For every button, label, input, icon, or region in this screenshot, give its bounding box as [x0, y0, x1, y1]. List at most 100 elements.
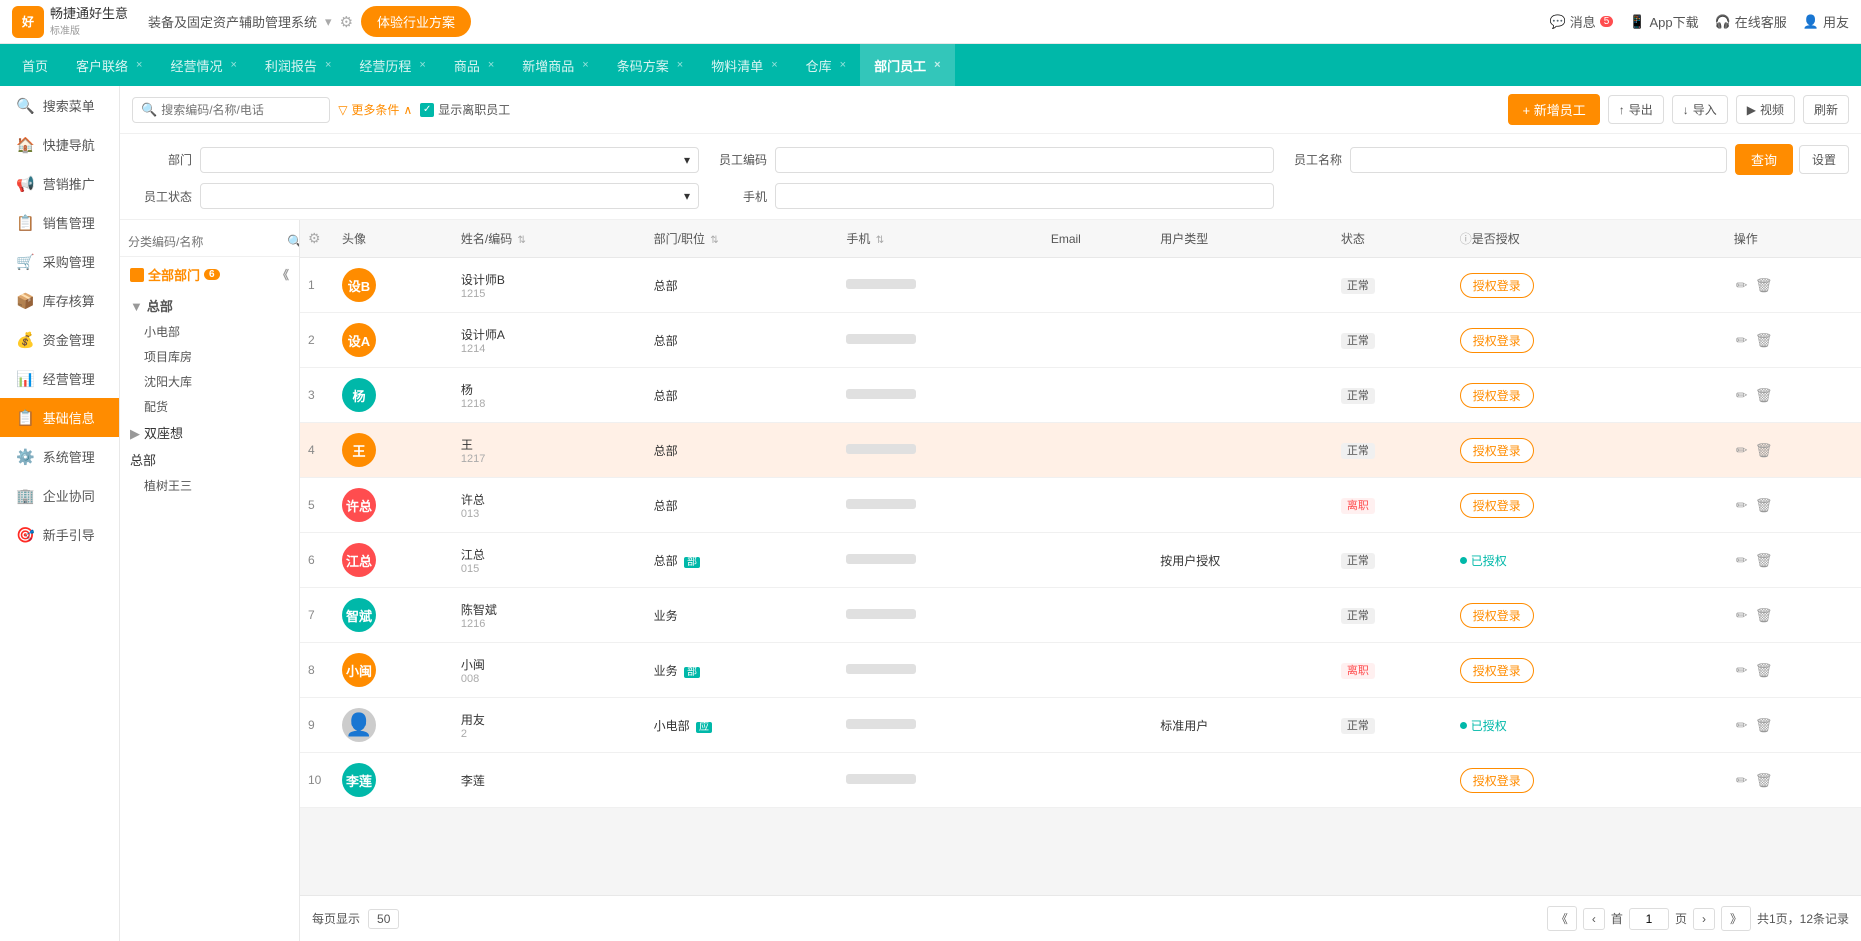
authorize-btn[interactable]: 授权登录 — [1460, 658, 1534, 683]
gear-icon[interactable]: ⚙ — [308, 230, 321, 246]
sidebar-item-marketing[interactable]: 📢营销推广 — [0, 164, 119, 203]
sort-phone-icon[interactable]: ⇅ — [876, 235, 884, 246]
sidebar-item-operations[interactable]: 📊经营管理 — [0, 359, 119, 398]
add-employee-button[interactable]: + 新增员工 — [1508, 94, 1599, 125]
authorize-btn[interactable]: 授权登录 — [1460, 603, 1534, 628]
dept-group-shuang[interactable]: ▶双座想 — [120, 419, 299, 446]
next-page-btn[interactable]: › — [1693, 908, 1715, 930]
page-input[interactable] — [1629, 908, 1669, 930]
edit-btn[interactable]: ✏ — [1736, 607, 1748, 623]
emp-status-select[interactable]: ▾ — [200, 183, 699, 209]
dept-child-xiaodian[interactable]: 小电部 — [120, 319, 299, 344]
settings-icon[interactable]: ⚙ — [340, 13, 353, 31]
nav-tab-条码方案[interactable]: 条码方案 × — [603, 44, 697, 86]
edit-btn[interactable]: ✏ — [1736, 387, 1748, 403]
close-tab-icon[interactable]: × — [136, 59, 142, 71]
nav-tab-新增商品[interactable]: 新增商品 × — [508, 44, 602, 86]
nav-tab-商品[interactable]: 商品 × — [440, 44, 508, 86]
edit-btn[interactable]: ✏ — [1736, 717, 1748, 733]
first-page-btn[interactable]: 《 — [1547, 906, 1577, 931]
trial-button[interactable]: 体验行业方案 — [361, 6, 471, 37]
close-tab-icon[interactable]: × — [419, 59, 425, 71]
last-page-btn[interactable]: 》 — [1721, 906, 1751, 931]
nav-tab-经营情况[interactable]: 经营情况 × — [156, 44, 250, 86]
sidebar-item-basic[interactable]: 📋基础信息 — [0, 398, 119, 437]
search-input[interactable] — [161, 103, 321, 117]
nav-tab-经营历程[interactable]: 经营历程 × — [345, 44, 439, 86]
nav-tab-仓库[interactable]: 仓库 × — [792, 44, 860, 86]
emp-code-input[interactable] — [775, 147, 1274, 173]
nav-tab-部门员工[interactable]: 部门员工 × — [860, 44, 954, 86]
close-tab-icon[interactable]: × — [677, 59, 683, 71]
col-phone[interactable]: 手机 ⇅ — [838, 220, 1042, 258]
sidebar-item-finance[interactable]: 💰资金管理 — [0, 320, 119, 359]
close-tab-icon[interactable]: × — [488, 59, 494, 71]
dept-child-xiangmu[interactable]: 项目库房 — [120, 344, 299, 369]
print-button[interactable]: 刷新 — [1803, 95, 1849, 124]
nav-tab-利润报告[interactable]: 利润报告 × — [251, 44, 345, 86]
sidebar-item-enterprise[interactable]: 🏢企业协同 — [0, 476, 119, 515]
edit-btn[interactable]: ✏ — [1736, 662, 1748, 678]
authorize-btn[interactable]: 授权登录 — [1460, 383, 1534, 408]
sidebar-item-sales[interactable]: 📋销售管理 — [0, 203, 119, 242]
delete-btn[interactable]: 🗑 — [1755, 552, 1773, 568]
dept-all-header[interactable]: 全部部门 6 《 — [120, 257, 299, 292]
col-name[interactable]: 姓名/编码 ⇅ — [453, 220, 646, 258]
message-btn[interactable]: 💬 消息 5 — [1550, 12, 1614, 31]
col-dept[interactable]: 部门/职位 ⇅ — [646, 220, 839, 258]
sidebar-item-search-menu[interactable]: 🔍搜索菜单 — [0, 86, 119, 125]
edit-btn[interactable]: ✏ — [1736, 772, 1748, 788]
edit-btn[interactable]: ✏ — [1736, 442, 1748, 458]
delete-btn[interactable]: 🗑 — [1755, 387, 1773, 403]
sort-name-icon[interactable]: ⇅ — [518, 235, 526, 246]
close-tab-icon[interactable]: × — [771, 59, 777, 71]
authorize-btn[interactable]: 授权登录 — [1460, 493, 1534, 518]
dept-child-zhishu[interactable]: 植树王三 — [120, 473, 299, 498]
sidebar-item-purchase[interactable]: 🛒采购管理 — [0, 242, 119, 281]
online-service-btn[interactable]: 🎧 在线客服 — [1715, 12, 1787, 31]
dept-group-zongbu[interactable]: ▼总部 — [120, 292, 299, 319]
emp-name-input[interactable] — [1350, 147, 1727, 173]
authorize-btn[interactable]: 授权登录 — [1460, 438, 1534, 463]
delete-btn[interactable]: 🗑 — [1755, 497, 1773, 513]
dept-collapse-btn[interactable]: 《 — [277, 266, 289, 283]
edit-btn[interactable]: ✏ — [1736, 277, 1748, 293]
dept-search-input[interactable] — [128, 235, 283, 249]
system-dropdown-icon[interactable]: ▾ — [325, 14, 332, 30]
import-button[interactable]: ↓ 导入 — [1672, 95, 1728, 124]
sidebar-item-system[interactable]: ⚙️系统管理 — [0, 437, 119, 476]
dept-search[interactable]: 🔍 — [120, 228, 299, 257]
sidebar-item-inventory[interactable]: 📦库存核算 — [0, 281, 119, 320]
more-filter-btn[interactable]: ▽ 更多条件 ∧ — [338, 101, 412, 118]
sort-dept-icon[interactable]: ⇅ — [710, 235, 718, 246]
sidebar-item-guide[interactable]: 🎯新手引导 — [0, 515, 119, 554]
delete-btn[interactable]: 🗑 — [1755, 662, 1773, 678]
sidebar-item-quick-nav[interactable]: 🏠快捷导航 — [0, 125, 119, 164]
user-avatar[interactable]: 👤 用友 — [1803, 12, 1849, 31]
authorize-btn[interactable]: 授权登录 — [1460, 328, 1534, 353]
dept-child-peihuo[interactable]: 配货 — [120, 394, 299, 419]
view-button[interactable]: ▶ 视频 — [1736, 95, 1795, 124]
query-button[interactable]: 查询 — [1735, 144, 1793, 175]
delete-btn[interactable]: 🗑 — [1755, 607, 1773, 623]
authorize-btn[interactable]: 授权登录 — [1460, 273, 1534, 298]
nav-tab-客户联络[interactable]: 客户联络 × — [62, 44, 156, 86]
nav-tab-物料清单[interactable]: 物料清单 × — [697, 44, 791, 86]
search-box[interactable]: 🔍 — [132, 97, 330, 123]
delete-btn[interactable]: 🗑 — [1755, 442, 1773, 458]
edit-btn[interactable]: ✏ — [1736, 552, 1748, 568]
set-button[interactable]: 设置 — [1799, 145, 1849, 174]
delete-btn[interactable]: 🗑 — [1755, 772, 1773, 788]
app-download-btn[interactable]: 📱 App下载 — [1629, 12, 1698, 31]
close-tab-icon[interactable]: × — [934, 59, 940, 71]
nav-tab-首页[interactable]: 首页 — [8, 44, 62, 86]
delete-btn[interactable]: 🗑 — [1755, 277, 1773, 293]
dept-select[interactable]: ▾ — [200, 147, 699, 173]
export-button[interactable]: ↑ 导出 — [1608, 95, 1664, 124]
close-tab-icon[interactable]: × — [325, 59, 331, 71]
edit-btn[interactable]: ✏ — [1736, 332, 1748, 348]
close-tab-icon[interactable]: × — [582, 59, 588, 71]
edit-btn[interactable]: ✏ — [1736, 497, 1748, 513]
close-tab-icon[interactable]: × — [230, 59, 236, 71]
delete-btn[interactable]: 🗑 — [1755, 332, 1773, 348]
